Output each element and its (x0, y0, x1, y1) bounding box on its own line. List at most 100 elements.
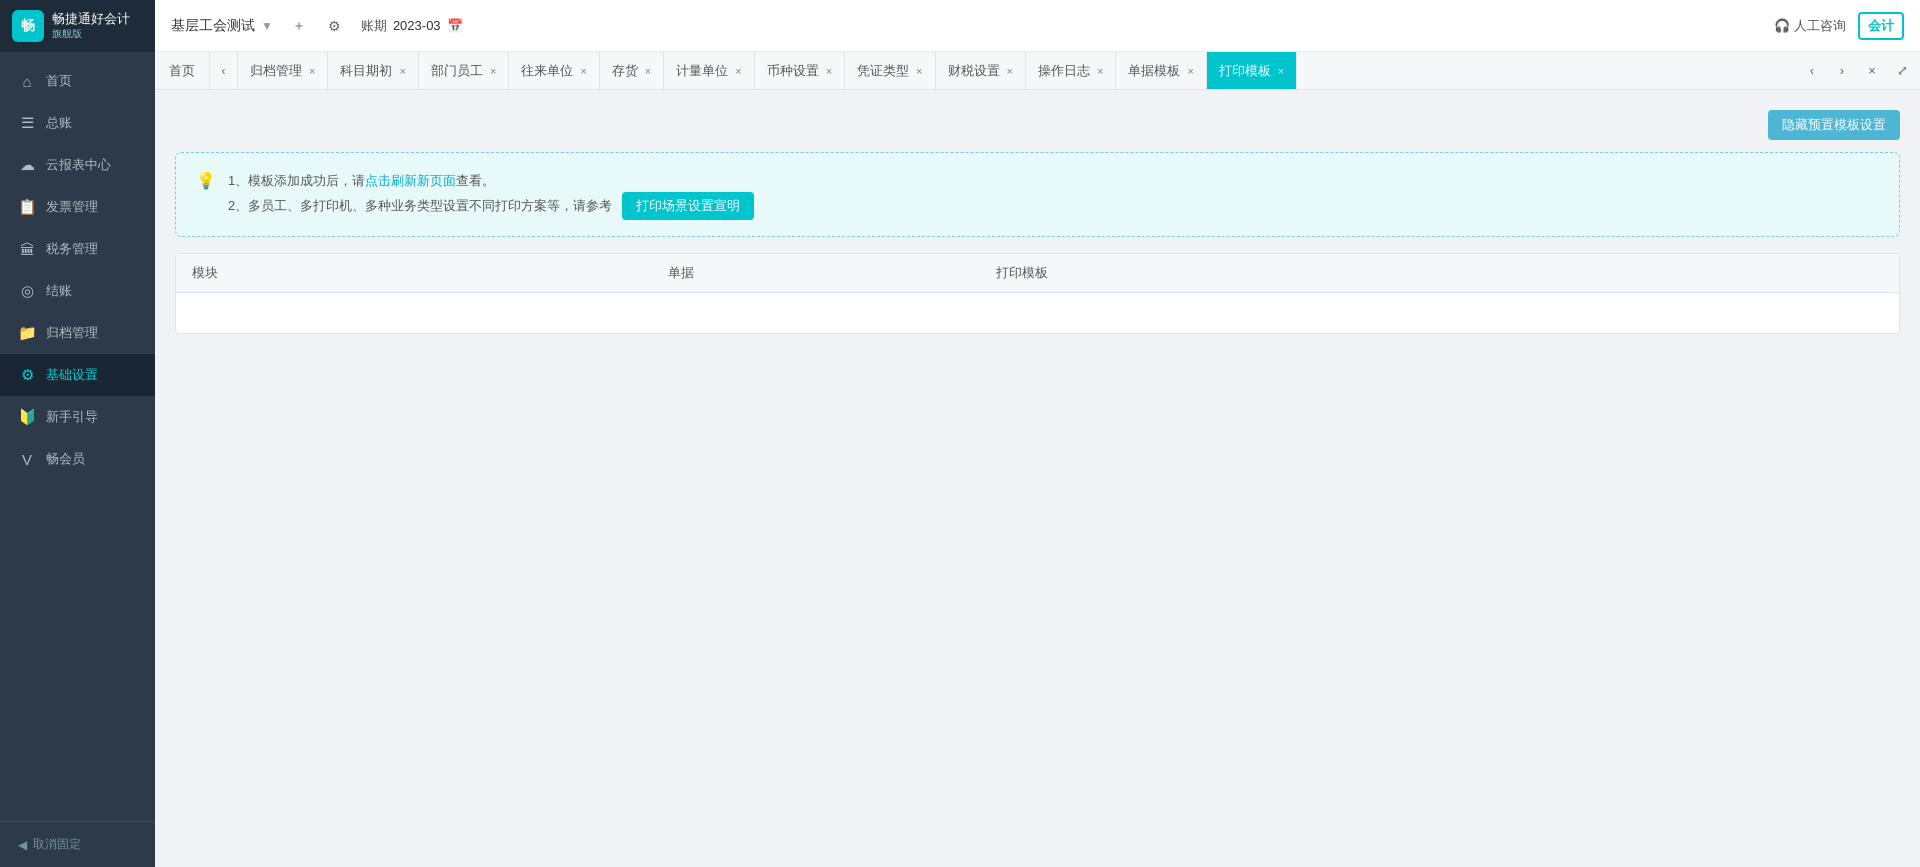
tab-voucher-close[interactable]: × (916, 65, 922, 77)
tab-scroll-left[interactable]: ‹ (210, 52, 238, 90)
main-area: 基层工会测试 ▼ ＋ ⚙ 账期 2023-03 📅 🎧 人工咨询 会计 首页 ‹… (155, 0, 1920, 867)
settings-icon: ⚙ (18, 366, 36, 384)
tabbar: 首页 ‹ 归档管理 × 科目期初 × 部门员工 × 往来单位 × 存货 × 计量… (155, 52, 1920, 90)
tab-single[interactable]: 单据模板 × (1116, 52, 1206, 90)
tab-oplog-close[interactable]: × (1097, 65, 1103, 77)
tab-currency-close[interactable]: × (826, 65, 832, 77)
explain-button[interactable]: 打印场景设置宣明 (622, 192, 754, 220)
ai-consult-button[interactable]: 🎧 人工咨询 (1774, 17, 1846, 35)
tab-archive-close[interactable]: × (309, 65, 315, 77)
topbar-actions: ＋ ⚙ (285, 12, 349, 40)
tab-unit-label: 计量单位 (676, 62, 728, 80)
tab-voucher[interactable]: 凭证类型 × (845, 52, 935, 90)
org-dropdown-arrow: ▼ (261, 19, 273, 33)
tab-partner[interactable]: 往来单位 × (509, 52, 599, 90)
sidebar-item-label: 基础设置 (46, 366, 98, 384)
info-line1: 1、模板添加成功后，请点击刷新新页面查看。 (228, 169, 754, 192)
logo-title: 畅捷通好会计 (52, 11, 130, 28)
sidebar-unpin-button[interactable]: ◀ 取消固定 (0, 821, 155, 867)
bulb-icon: 💡 (196, 171, 216, 220)
tab-currency[interactable]: 币种设置 × (755, 52, 845, 90)
sidebar-item-home[interactable]: ⌂ 首页 (0, 60, 155, 102)
tax-icon: 🏛 (18, 241, 36, 258)
tab-department-close[interactable]: × (490, 65, 496, 77)
headset-icon: 🎧 (1774, 18, 1790, 33)
tab-unit[interactable]: 计量单位 × (664, 52, 754, 90)
sidebar: 畅 畅捷通好会计 旗舰版 ⌂ 首页 ☰ 总账 ☁ 云报表中心 📋 发票管理 🏛 … (0, 0, 155, 867)
tab-subject[interactable]: 科目期初 × (328, 52, 418, 90)
invoice-icon: 📋 (18, 198, 36, 216)
tab-inventory[interactable]: 存货 × (600, 52, 664, 90)
tab-voucher-label: 凭证类型 (857, 62, 909, 80)
info-box: 💡 1、模板添加成功后，请点击刷新新页面查看。 2、多员工、多打印机、多种业务类… (175, 152, 1900, 237)
member-icon: V (18, 451, 36, 468)
sidebar-item-label: 首页 (46, 72, 72, 90)
tab-maximize[interactable]: ⤢ (1888, 57, 1916, 85)
unpin-label: 取消固定 (33, 836, 81, 853)
period-selector[interactable]: 账期 2023-03 📅 (361, 17, 463, 35)
home-icon: ⌂ (18, 73, 36, 90)
kuaiji-badge[interactable]: 会计 (1858, 12, 1904, 40)
info-line1-suffix: 查看。 (456, 173, 495, 188)
add-tab-button[interactable]: ＋ (285, 12, 313, 40)
sidebar-item-label: 归档管理 (46, 324, 98, 342)
tab-partner-close[interactable]: × (580, 65, 586, 77)
tab-department-label: 部门员工 (431, 62, 483, 80)
info-line2: 2、多员工、多打印机、多种业务类型设置不同打印方案等，请参考 打印场景设置宣明 (228, 192, 754, 220)
archive-icon: 📁 (18, 324, 36, 342)
print-template-table: 模块 单据 打印模板 (175, 253, 1900, 334)
tab-inventory-label: 存货 (612, 62, 638, 80)
tab-subject-close[interactable]: × (399, 65, 405, 77)
tab-print-close[interactable]: × (1278, 65, 1284, 77)
calendar-icon: 📅 (447, 18, 463, 33)
tab-single-close[interactable]: × (1187, 65, 1193, 77)
th-receipt: 单据 (652, 254, 980, 292)
sidebar-item-close[interactable]: ◎ 结账 (0, 270, 155, 312)
sidebar-item-member[interactable]: V 畅会员 (0, 438, 155, 480)
tab-controls: ‹ › × ⤢ (1798, 57, 1920, 85)
ledger-icon: ☰ (18, 114, 36, 132)
period-label: 账期 (361, 17, 387, 35)
tab-taxsetting-close[interactable]: × (1007, 65, 1013, 77)
tab-close-all[interactable]: × (1858, 57, 1886, 85)
sidebar-item-label: 税务管理 (46, 240, 98, 258)
tab-archive[interactable]: 归档管理 × (238, 52, 328, 90)
tab-print[interactable]: 打印模板 × (1207, 52, 1297, 90)
sidebar-logo: 畅 畅捷通好会计 旗舰版 (0, 0, 155, 52)
sidebar-item-archive[interactable]: 📁 归档管理 (0, 312, 155, 354)
sidebar-item-label: 云报表中心 (46, 156, 111, 174)
sidebar-item-basic[interactable]: ⚙ 基础设置 (0, 354, 155, 396)
cloud-icon: ☁ (18, 156, 36, 174)
tab-oplog-label: 操作日志 (1038, 62, 1090, 80)
hide-template-row: 隐藏预置模板设置 (175, 110, 1900, 140)
logo-text-block: 畅捷通好会计 旗舰版 (52, 11, 130, 42)
info-line2-prefix: 2、多员工、多打印机、多种业务类型设置不同打印方案等，请参考 (228, 198, 612, 213)
hide-template-button[interactable]: 隐藏预置模板设置 (1768, 110, 1900, 140)
tab-archive-label: 归档管理 (250, 62, 302, 80)
tab-scroll-prev[interactable]: ‹ (1798, 57, 1826, 85)
tab-inventory-close[interactable]: × (645, 65, 651, 77)
tab-scroll-next[interactable]: › (1828, 57, 1856, 85)
close-account-icon: ◎ (18, 282, 36, 300)
sidebar-item-invoice[interactable]: 📋 发票管理 (0, 186, 155, 228)
tab-home-label: 首页 (169, 62, 195, 80)
refresh-link[interactable]: 点击刷新新页面 (365, 173, 456, 188)
content-area: 隐藏预置模板设置 💡 1、模板添加成功后，请点击刷新新页面查看。 2、多员工、多… (155, 90, 1920, 867)
sidebar-item-guide[interactable]: 🔰 新手引导 (0, 396, 155, 438)
table-header: 模块 单据 打印模板 (176, 254, 1899, 293)
sidebar-item-ledger[interactable]: ☰ 总账 (0, 102, 155, 144)
tab-unit-close[interactable]: × (735, 65, 741, 77)
org-selector[interactable]: 基层工会测试 ▼ (171, 17, 273, 35)
tab-home[interactable]: 首页 (155, 52, 210, 90)
tab-department[interactable]: 部门员工 × (419, 52, 509, 90)
ai-consult-label: 人工咨询 (1794, 17, 1846, 35)
sidebar-item-reports[interactable]: ☁ 云报表中心 (0, 144, 155, 186)
guide-icon: 🔰 (18, 408, 36, 426)
sidebar-item-label: 总账 (46, 114, 72, 132)
tab-single-label: 单据模板 (1128, 62, 1180, 80)
settings-button[interactable]: ⚙ (321, 12, 349, 40)
tab-oplog[interactable]: 操作日志 × (1026, 52, 1116, 90)
tab-subject-label: 科目期初 (340, 62, 392, 80)
sidebar-item-tax[interactable]: 🏛 税务管理 (0, 228, 155, 270)
tab-taxsetting[interactable]: 财税设置 × (936, 52, 1026, 90)
